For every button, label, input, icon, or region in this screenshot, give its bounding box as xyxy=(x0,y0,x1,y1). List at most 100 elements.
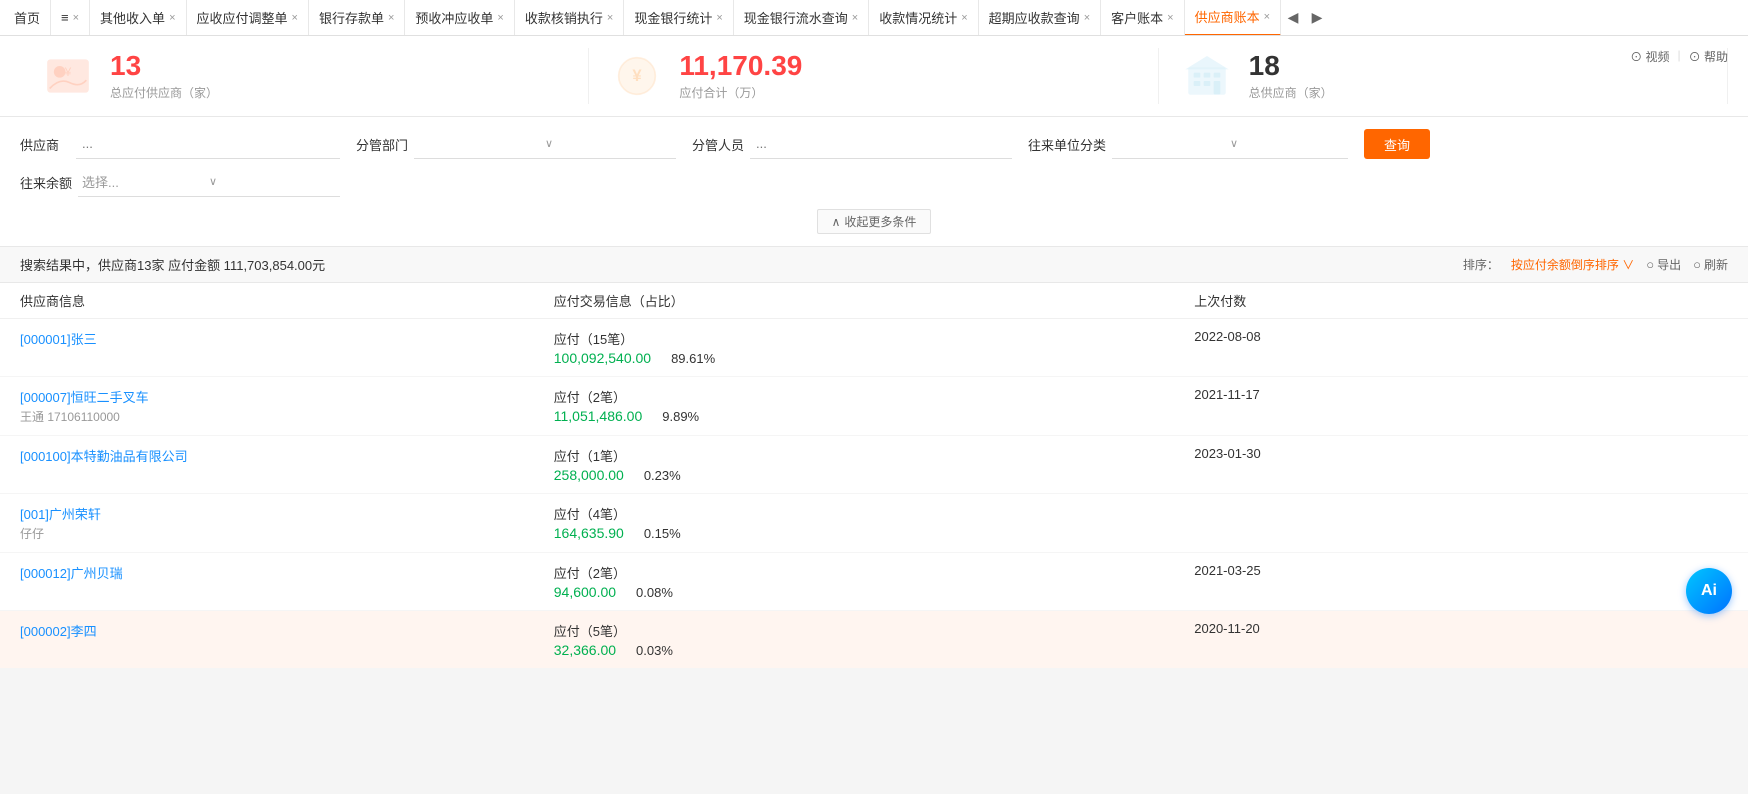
tab-label: 银行存款单 xyxy=(319,8,384,27)
nav-tab-overdue-query[interactable]: 超期应收款查询 × xyxy=(979,0,1101,36)
summary-label-3: 总供应商（家） xyxy=(1249,84,1333,101)
top-right-links: ⊙ 视频 | ⊙ 帮助 xyxy=(1630,48,1728,65)
results-actions: 排序： 按应付余额倒序排序 ∨ ○ 导出 ○ 刷新 xyxy=(1463,256,1728,273)
nav-tab-supplier-account[interactable]: 供应商账本 × xyxy=(1185,0,1281,36)
ai-button[interactable]: Ai xyxy=(1686,568,1732,614)
tab-label: 预收冲应收单 xyxy=(415,8,493,27)
supplier-input[interactable] xyxy=(76,129,340,159)
close-icon[interactable]: × xyxy=(73,12,79,24)
nav-tab-home[interactable]: 首页 xyxy=(4,0,51,36)
supplier-link-3[interactable]: [000100]本特勤油品有限公司 xyxy=(20,449,188,464)
supplier-link-1[interactable]: [000001]张三 xyxy=(20,332,97,347)
summary-bar: ¥ 13 总应付供应商（家） ¥ 11,170.39 应付合计（万） xyxy=(0,36,1748,117)
close-icon[interactable]: × xyxy=(388,12,394,24)
transaction-info-4: 应付（4笔） 164,635.90 0.15% xyxy=(554,504,1195,541)
tab-label: 收款核销执行 xyxy=(525,8,603,27)
collapse-button[interactable]: ∧ 收起更多条件 xyxy=(817,209,932,234)
summary-number-2: 11,170.39 xyxy=(679,52,802,80)
nav-tab-ar-adjust[interactable]: 应收应付调整单 × xyxy=(187,0,309,36)
trans-amount-2[interactable]: 11,051,486.00 xyxy=(554,408,643,424)
summary-label-2: 应付合计（万） xyxy=(679,84,802,101)
summary-number-1: 13 xyxy=(110,52,218,80)
trans-amount-6[interactable]: 32,366.00 xyxy=(554,642,616,658)
person-input[interactable] xyxy=(750,129,1012,159)
supplier-link-2[interactable]: [000007]恒旺二手叉车 xyxy=(20,390,149,405)
close-icon[interactable]: × xyxy=(169,12,175,24)
nav-tab-cash-bank-stat[interactable]: 现金银行统计 × xyxy=(624,0,733,36)
lastpay-5: 2021-03-25 xyxy=(1194,563,1514,578)
tab-label: 现金银行统计 xyxy=(634,8,712,27)
collapse-label: 收起更多条件 xyxy=(844,213,916,230)
tab-label: 收款情况统计 xyxy=(879,8,957,27)
svg-text:¥: ¥ xyxy=(64,66,72,79)
refresh-button[interactable]: ○ 刷新 xyxy=(1693,256,1728,273)
supplier-sub-4: 仔仔 xyxy=(20,525,554,542)
close-icon[interactable]: × xyxy=(1084,12,1090,24)
trans-label-2: 应付（2笔） xyxy=(554,387,1195,406)
supplier-label: 供应商 xyxy=(20,135,70,154)
refresh-icon: ○ xyxy=(1693,257,1701,272)
summary-card-suppliers-payable: ¥ 13 总应付供应商（家） xyxy=(20,48,589,104)
supplier-info-5: [000012]广州贝瑞 xyxy=(20,563,554,582)
trans-amount-5[interactable]: 94,600.00 xyxy=(554,584,616,600)
supplier-link-6[interactable]: [000002]李四 xyxy=(20,624,97,639)
table-row: [001]广州荣轩 仔仔 应付（4笔） 164,635.90 0.15% xyxy=(0,494,1748,553)
trans-pct-5: 0.08% xyxy=(636,585,673,600)
lastpay-3: 2023-01-30 xyxy=(1194,446,1514,461)
balance-value: 选择... xyxy=(82,172,209,191)
results-summary: 搜索结果中，供应商13家 应付金额 111,703,854.00元 xyxy=(20,255,325,274)
dept-dropdown[interactable]: ∨ xyxy=(414,129,676,159)
lastpay-6: 2020-11-20 xyxy=(1194,621,1514,636)
trans-amount-4[interactable]: 164,635.90 xyxy=(554,525,624,541)
nav-tab-bank-deposit[interactable]: 银行存款单 × xyxy=(309,0,405,36)
nav-tab-collect-stat[interactable]: 收款情况统计 × xyxy=(869,0,978,36)
help-link[interactable]: ⊙ 帮助 xyxy=(1689,48,1728,65)
ai-label: Ai xyxy=(1701,582,1717,600)
transaction-info-5: 应付（2笔） 94,600.00 0.08% xyxy=(554,563,1195,600)
nav-tab-menu[interactable]: ≡ × xyxy=(51,0,90,36)
close-icon[interactable]: × xyxy=(1264,11,1270,23)
trans-pct-4: 0.15% xyxy=(644,526,681,541)
close-icon[interactable]: × xyxy=(852,12,858,24)
search-button[interactable]: 查询 xyxy=(1364,129,1430,159)
close-icon[interactable]: × xyxy=(716,12,722,24)
close-icon[interactable]: × xyxy=(961,12,967,24)
nav-tab-customer-account[interactable]: 客户账本 × xyxy=(1101,0,1184,36)
unit-class-dropdown[interactable]: ∨ xyxy=(1112,129,1348,159)
results-bar: 搜索结果中，供应商13家 应付金额 111,703,854.00元 排序： 按应… xyxy=(0,247,1748,283)
nav-tab-other-income[interactable]: 其他收入单 × xyxy=(90,0,186,36)
close-icon[interactable]: × xyxy=(497,12,503,24)
sort-value[interactable]: 按应付余额倒序排序 ∨ xyxy=(1511,256,1634,273)
supplier-info-6: [000002]李四 xyxy=(20,621,554,640)
trans-amount-1[interactable]: 100,092,540.00 xyxy=(554,350,651,366)
trans-amount-3[interactable]: 258,000.00 xyxy=(554,467,624,483)
export-button[interactable]: ○ 导出 xyxy=(1646,256,1681,273)
tab-label: 超期应收款查询 xyxy=(989,8,1080,27)
nav-arrow-right[interactable]: ▶ xyxy=(1305,0,1329,36)
summary-info-1: 13 总应付供应商（家） xyxy=(110,52,218,101)
filter-unit-class: 往来单位分类 ∨ xyxy=(1028,129,1348,159)
trans-label-3: 应付（1笔） xyxy=(554,446,1195,465)
balance-dropdown[interactable]: 选择... ∨ xyxy=(78,167,340,197)
nav-tab-collect-verify[interactable]: 收款核销执行 × xyxy=(515,0,624,36)
dept-arrow-icon: ∨ xyxy=(545,137,672,150)
collapse-icon: ∧ xyxy=(832,215,841,229)
trans-row-4: 164,635.90 0.15% xyxy=(554,525,1195,541)
supplier-link-5[interactable]: [000012]广州贝瑞 xyxy=(20,566,123,581)
lastpay-1: 2022-08-08 xyxy=(1194,329,1514,344)
nav-tab-advance-collect[interactable]: 预收冲应收单 × xyxy=(405,0,514,36)
nav-tab-cash-bank-flow[interactable]: 现金银行流水查询 × xyxy=(734,0,869,36)
video-link[interactable]: ⊙ 视频 xyxy=(1630,48,1669,65)
supplier-link-4[interactable]: [001]广州荣轩 xyxy=(20,507,101,522)
table-row: [000001]张三 应付（15笔） 100,092,540.00 89.61%… xyxy=(0,319,1748,377)
trans-label-1: 应付（15笔） xyxy=(554,329,1195,348)
close-icon[interactable]: × xyxy=(292,12,298,24)
close-icon[interactable]: × xyxy=(1167,12,1173,24)
unit-class-label: 往来单位分类 xyxy=(1028,135,1106,154)
supplier-info-4: [001]广州荣轩 仔仔 xyxy=(20,504,554,542)
close-icon[interactable]: × xyxy=(607,12,613,24)
nav-arrow-left[interactable]: ◀ xyxy=(1281,0,1305,36)
tab-label: 客户账本 xyxy=(1111,8,1163,27)
trans-row-5: 94,600.00 0.08% xyxy=(554,584,1195,600)
summary-info-2: 11,170.39 应付合计（万） xyxy=(679,52,802,101)
